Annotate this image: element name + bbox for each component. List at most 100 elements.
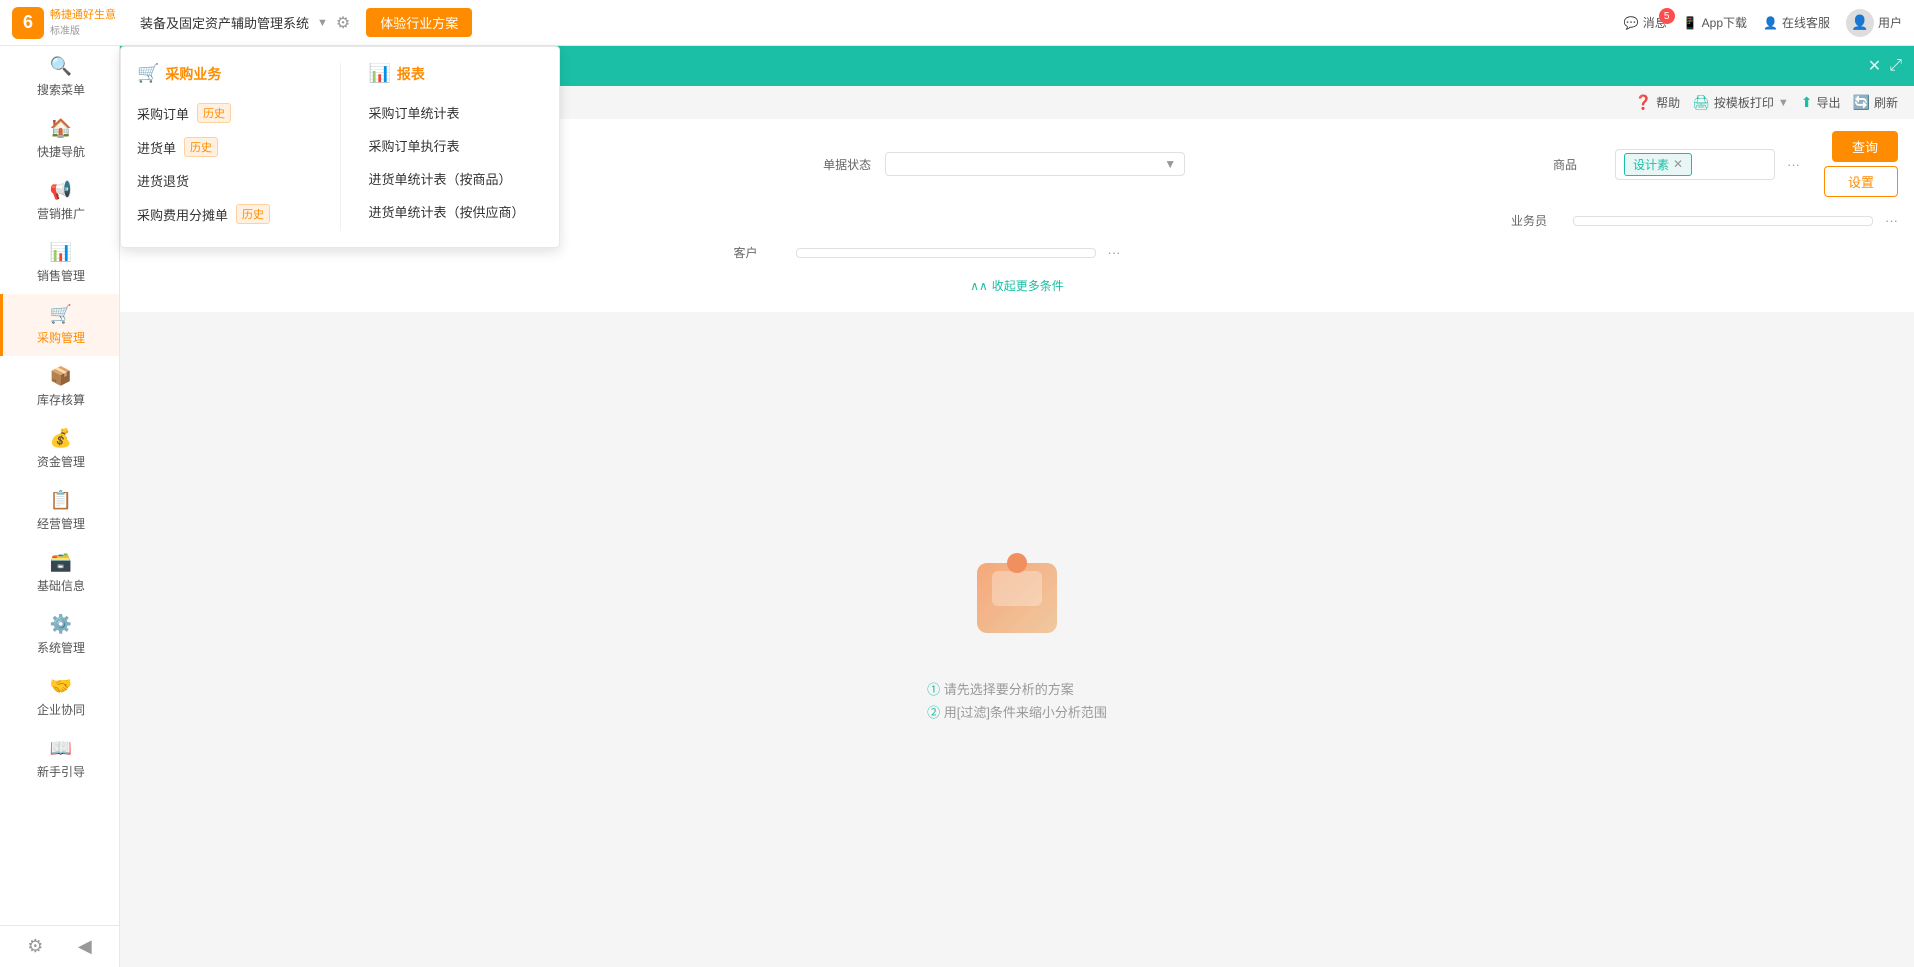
export-btn[interactable]: ⬆ 导出 (1801, 94, 1841, 111)
tab-close-all-icon[interactable]: ✕ (1868, 56, 1881, 76)
sidebar-item-inventory[interactable]: 📦 库存核算 (0, 356, 119, 418)
menu-receipt-stats-supplier[interactable]: 进货单统计表（按供应商） (369, 195, 544, 228)
goods-label: 商品 (1553, 156, 1603, 173)
sidebar-footer: ⚙ ◀ (0, 925, 119, 967)
sidebar-nav: 🔍 搜索菜单 🏠 快捷导航 📢 营销推广 📊 销售管理 🛒 采购管理 📦 库存核… (0, 46, 119, 790)
sidebar-item-quick[interactable]: 🏠 快捷导航 (0, 108, 119, 170)
print-btn[interactable]: 🖨 按模板打印 ▼ (1692, 94, 1789, 111)
help-icon: ❓ (1635, 94, 1652, 111)
sidebar-label-basic: 基础信息 (37, 577, 85, 594)
empty-illustration (957, 563, 1077, 663)
sidebar-item-sales[interactable]: 📊 销售管理 (0, 232, 119, 294)
customer-more[interactable]: ··· (1108, 245, 1121, 260)
goods-tag: 设计素 ✕ (1624, 153, 1692, 176)
service-icon: 👤 (1763, 16, 1778, 30)
collapse-area: ∧∧ 收起更多条件 (136, 271, 1898, 300)
refresh-btn[interactable]: 🔄 刷新 (1853, 94, 1898, 111)
user-label: 用户 (1878, 14, 1902, 31)
print-dropdown-icon[interactable]: ▼ (1778, 97, 1789, 109)
sidebar-icon-collab: 🤝 (50, 676, 72, 697)
help-btn[interactable]: ❓ 帮助 (1635, 94, 1680, 111)
report-col-label: 报表 (397, 64, 425, 84)
sidebar: 🔍 搜索菜单 🏠 快捷导航 📢 营销推广 📊 销售管理 🛒 采购管理 📦 库存核… (0, 46, 120, 967)
settings-icon[interactable]: ⚙ (27, 936, 43, 957)
refresh-label: 刷新 (1874, 94, 1898, 111)
staff-control[interactable] (1573, 216, 1873, 226)
purchase-report-col: 📊 报表 采购订单统计表 采购订单执行表 进货单统计表（按商品） 进货单统计表（… (369, 63, 544, 231)
menu-goods-receipt[interactable]: 进货单 历史 (137, 130, 312, 164)
menu-goods-return[interactable]: 进货退货 (137, 164, 312, 197)
user-item[interactable]: 👤 用户 (1846, 9, 1902, 37)
empty-hint-2: ② 用[过滤]条件来缩小分析范围 (927, 702, 1107, 721)
empty-hint-1: ① 请先选择要分析的方案 (927, 679, 1107, 698)
sidebar-item-guide[interactable]: 📖 新手引导 (0, 728, 119, 790)
collapse-up-icon: ∧∧ (970, 279, 988, 293)
empty-hints: ① 请先选择要分析的方案 ② 用[过滤]条件来缩小分析范围 (927, 679, 1107, 725)
bill-status-arrow: ▼ (1164, 157, 1176, 171)
purchase-business-col: 🛒 采购业务 采购订单 历史 进货单 历史 进货退货 采购费用分摊单 历史 (137, 63, 312, 231)
sidebar-label-collab: 企业协同 (37, 701, 85, 718)
collapse-icon[interactable]: ◀ (78, 936, 92, 957)
sidebar-label-sales: 销售管理 (37, 267, 85, 284)
sidebar-icon-search: 🔍 (50, 56, 72, 77)
menu-purchase-order[interactable]: 采购订单 历史 (137, 96, 312, 130)
system-dropdown-arrow[interactable]: ▼ (317, 17, 328, 29)
menu-purchase-order-stats[interactable]: 采购订单统计表 (369, 96, 544, 129)
query-btn[interactable]: 查询 (1832, 131, 1898, 162)
goods-tag-text: 设计素 (1633, 156, 1669, 173)
app-download-item[interactable]: 📱 App下载 (1683, 14, 1747, 31)
staff-more[interactable]: ··· (1885, 213, 1898, 228)
goods-control[interactable]: 设计素 ✕ (1615, 149, 1775, 180)
message-icon: 💬 (1624, 16, 1639, 30)
purchase-order-stats-label: 采购订单统计表 (369, 103, 460, 122)
sidebar-icon-quick: 🏠 (50, 118, 72, 139)
collapse-btn[interactable]: ∧∧ 收起更多条件 (964, 271, 1070, 300)
system-title-area: 装备及固定资产辅助管理系统 ▼ ⚙ 体验行业方案 (132, 8, 1624, 37)
sidebar-label-finance: 资金管理 (37, 453, 85, 470)
sidebar-icon-inventory: 📦 (50, 366, 72, 387)
sidebar-item-finance[interactable]: 💰 资金管理 (0, 418, 119, 480)
top-header: 6 畅捷通好生意 标准版 装备及固定资产辅助管理系统 ▼ ⚙ 体验行业方案 💬 … (0, 0, 1914, 46)
sidebar-label-inventory: 库存核算 (37, 391, 85, 408)
industry-btn[interactable]: 体验行业方案 (366, 8, 472, 37)
logo-area: 6 畅捷通好生意 标准版 (12, 7, 132, 39)
staff-label: 业务员 (1511, 212, 1561, 229)
report-col-title: 📊 报表 (369, 63, 544, 84)
settings-btn[interactable]: 设置 (1824, 166, 1898, 197)
receipt-stats-goods-label: 进货单统计表（按商品） (369, 169, 512, 188)
sidebar-icon-finance: 💰 (50, 428, 72, 449)
export-label: 导出 (1817, 94, 1841, 111)
sidebar-label-marketing: 营销推广 (37, 205, 85, 222)
system-gear-icon[interactable]: ⚙ (336, 13, 350, 33)
menu-purchase-order-exec[interactable]: 采购订单执行表 (369, 129, 544, 162)
bill-status-label: 单据状态 (823, 156, 873, 173)
sidebar-icon-system: ⚙️ (50, 614, 72, 635)
sidebar-item-system[interactable]: ⚙️ 系统管理 (0, 604, 119, 666)
print-label: 按模板打印 (1714, 94, 1774, 111)
customer-control[interactable] (796, 248, 1096, 258)
sidebar-item-basic[interactable]: 🗃️ 基础信息 (0, 542, 119, 604)
sidebar-item-operation[interactable]: 📋 经营管理 (0, 480, 119, 542)
menu-purchase-expense[interactable]: 采购费用分摊单 历史 (137, 197, 312, 231)
logo-sub: 标准版 (50, 22, 116, 37)
logo-icon: 6 (12, 7, 44, 39)
sidebar-icon-marketing: 📢 (50, 180, 72, 201)
goods-more[interactable]: ··· (1787, 157, 1800, 172)
system-title: 装备及固定资产辅助管理系统 (140, 13, 309, 32)
sidebar-icon-guide: 📖 (50, 738, 72, 759)
goods-tag-close[interactable]: ✕ (1673, 157, 1683, 171)
purchase-dropdown-menu: 🛒 采购业务 采购订单 历史 进货单 历史 进货退货 采购费用分摊单 历史 📊 … (120, 46, 560, 248)
menu-receipt-stats-goods[interactable]: 进货单统计表（按商品） (369, 162, 544, 195)
sidebar-label-system: 系统管理 (37, 639, 85, 656)
purchase-order-label: 采购订单 (137, 104, 189, 123)
bill-status-control[interactable]: ▼ (885, 152, 1185, 176)
sidebar-item-purchase[interactable]: 🛒 采购管理 (0, 294, 119, 356)
sidebar-item-collab[interactable]: 🤝 企业协同 (0, 666, 119, 728)
tab-expand-icon[interactable]: ⤢ (1889, 57, 1902, 75)
sidebar-item-marketing[interactable]: 📢 营销推广 (0, 170, 119, 232)
message-item[interactable]: 💬 消息 5 (1624, 14, 1667, 31)
online-service-item[interactable]: 👤 在线客服 (1763, 14, 1830, 31)
sidebar-item-search[interactable]: 🔍 搜索菜单 (0, 46, 119, 108)
sidebar-icon-sales: 📊 (50, 242, 72, 263)
empty-state: ① 请先选择要分析的方案 ② 用[过滤]条件来缩小分析范围 (120, 320, 1914, 967)
